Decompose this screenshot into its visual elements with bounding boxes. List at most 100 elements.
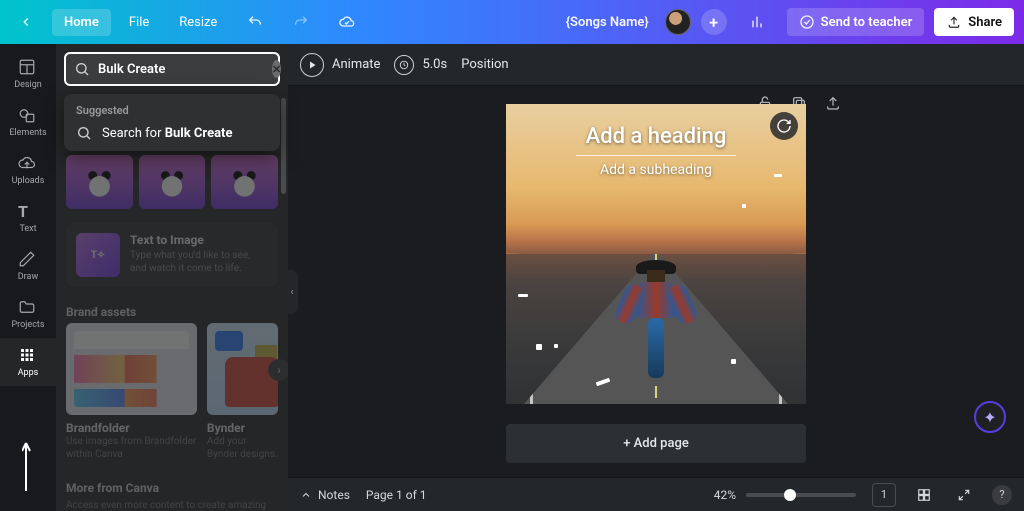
animate-icon (300, 53, 324, 77)
result-thumb[interactable] (211, 155, 278, 209)
bynder-title: Bynder (207, 421, 278, 435)
notes-toggle[interactable]: Notes (300, 488, 350, 502)
bynder-desc: Add your Bynder designs. (207, 435, 278, 461)
add-page-button[interactable]: + Add page (506, 424, 806, 463)
rail-apps-label: Apps (18, 368, 39, 378)
cloud-sync-button[interactable] (327, 8, 367, 36)
shapes-icon (18, 106, 38, 126)
duration-label: 5.0s (422, 57, 447, 72)
position-label: Position (461, 57, 508, 72)
side-panel: ✕ Suggested Search for Bulk Create T✧ Te (56, 44, 288, 511)
suggestions-header: Suggested (76, 104, 268, 117)
search-suggestions: Suggested Search for Bulk Create (64, 94, 280, 151)
suggestion-item[interactable]: Search for Bulk Create (76, 125, 268, 141)
grid-view-button[interactable] (912, 483, 936, 507)
canvas-subheading[interactable]: Add a subheading (506, 162, 806, 178)
zoom-controls: 42% (714, 488, 856, 502)
redo-button[interactable] (281, 8, 321, 36)
image-results-row (56, 151, 288, 219)
result-thumb[interactable] (66, 155, 133, 209)
brandfolder-thumb (66, 323, 197, 415)
zoom-slider[interactable] (746, 493, 856, 497)
rail-elements[interactable]: Elements (0, 98, 56, 146)
top-bar: Home File Resize {Songs Name} + Send to … (0, 0, 1024, 44)
canvas-heading[interactable]: Add a heading (506, 124, 806, 149)
page-indicator[interactable]: Page 1 of 1 (366, 488, 427, 502)
grid-icon (18, 346, 38, 366)
rail-projects[interactable]: Projects (0, 290, 56, 338)
export-page-button[interactable] (822, 92, 844, 114)
search-box[interactable]: ✕ (64, 52, 280, 86)
bottom-bar: Notes Page 1 of 1 42% 1 ? (288, 477, 1024, 511)
fullscreen-button[interactable] (952, 483, 976, 507)
help-button[interactable]: ? (992, 485, 1012, 505)
undo-icon (247, 14, 263, 30)
share-button[interactable]: Share (934, 8, 1014, 36)
rail-design-label: Design (14, 80, 42, 90)
rail-uploads[interactable]: Uploads (0, 146, 56, 194)
canvas-viewport[interactable]: Add a heading Add a subheading (288, 86, 1024, 477)
folder-icon (18, 298, 38, 318)
app-thumb: T✧ (76, 233, 120, 277)
design-canvas[interactable]: Add a heading Add a subheading (506, 104, 806, 404)
app-card-title: Text to Image (130, 233, 268, 247)
bar-chart-icon (749, 14, 765, 30)
suggestion-label: Search for Bulk Create (102, 126, 232, 141)
pointer-arrow (22, 441, 48, 501)
section-brand-assets: Brand assets (56, 299, 288, 323)
back-button[interactable] (6, 8, 46, 36)
clock-icon (394, 55, 414, 75)
send-to-teacher-label: Send to teacher (821, 15, 913, 30)
app-card-desc: Type what you'd like to see, and watch i… (130, 249, 268, 275)
page-count-button[interactable]: 1 (872, 483, 896, 507)
duration-button[interactable]: 5.0s (394, 55, 447, 75)
cloud-check-icon (339, 14, 355, 30)
magic-button[interactable]: ✦ (974, 401, 1006, 433)
clear-search-button[interactable]: ✕ (272, 60, 281, 78)
heading-divider (576, 155, 736, 156)
left-rail: Design Elements Uploads T Text Draw Proj… (0, 44, 56, 511)
brand-app-brandfolder[interactable]: Brandfolder Use images from Brandfolder … (66, 323, 197, 461)
search-input[interactable] (98, 62, 264, 77)
user-avatar[interactable] (665, 9, 691, 35)
undo-button[interactable] (235, 8, 275, 36)
home-button[interactable]: Home (52, 9, 111, 36)
rail-design[interactable]: Design (0, 50, 56, 98)
app-card-text-to-image[interactable]: T✧ Text to Image Type what you'd like to… (66, 223, 278, 287)
search-icon (74, 61, 90, 77)
rail-elements-label: Elements (9, 128, 46, 138)
context-toolbar: Animate 5.0s Position (288, 44, 1024, 86)
bynder-thumb (207, 323, 278, 415)
send-to-teacher-button[interactable]: Send to teacher (787, 8, 925, 36)
file-menu[interactable]: File (117, 9, 161, 36)
rail-text-label: Text (19, 224, 36, 234)
resize-menu[interactable]: Resize (167, 9, 229, 36)
editor-area: Animate 5.0s Position (288, 44, 1024, 511)
brandfolder-desc: Use images from Brandfolder within Canva (66, 435, 197, 461)
check-circle-icon (799, 14, 815, 30)
position-button[interactable]: Position (461, 57, 508, 72)
regenerate-button[interactable] (770, 112, 798, 140)
add-collaborator-button[interactable]: + (701, 9, 727, 35)
zoom-percent[interactable]: 42% (714, 488, 736, 502)
panel-scrollbar[interactable] (281, 98, 286, 194)
search-icon (76, 125, 92, 141)
rail-uploads-label: Uploads (12, 176, 45, 186)
section-more-from-canva: More from Canva (56, 475, 288, 499)
document-title[interactable]: {Songs Name} (566, 15, 649, 30)
text-icon: T (18, 202, 38, 222)
carousel-next-button[interactable]: › (268, 359, 288, 381)
rail-apps[interactable]: Apps (0, 338, 56, 386)
rail-text[interactable]: T Text (0, 194, 56, 242)
notes-label: Notes (318, 488, 350, 502)
animate-label: Animate (332, 57, 380, 72)
upload-icon (946, 14, 962, 30)
rail-draw[interactable]: Draw (0, 242, 56, 290)
brand-app-bynder[interactable]: Bynder Add your Bynder designs. (207, 323, 278, 461)
rail-draw-label: Draw (18, 272, 38, 282)
insights-button[interactable] (737, 8, 777, 36)
result-thumb[interactable] (139, 155, 206, 209)
share-label: Share (968, 15, 1002, 30)
animate-button[interactable]: Animate (300, 53, 380, 77)
canvas-artwork: Add a heading Add a subheading (506, 104, 806, 404)
